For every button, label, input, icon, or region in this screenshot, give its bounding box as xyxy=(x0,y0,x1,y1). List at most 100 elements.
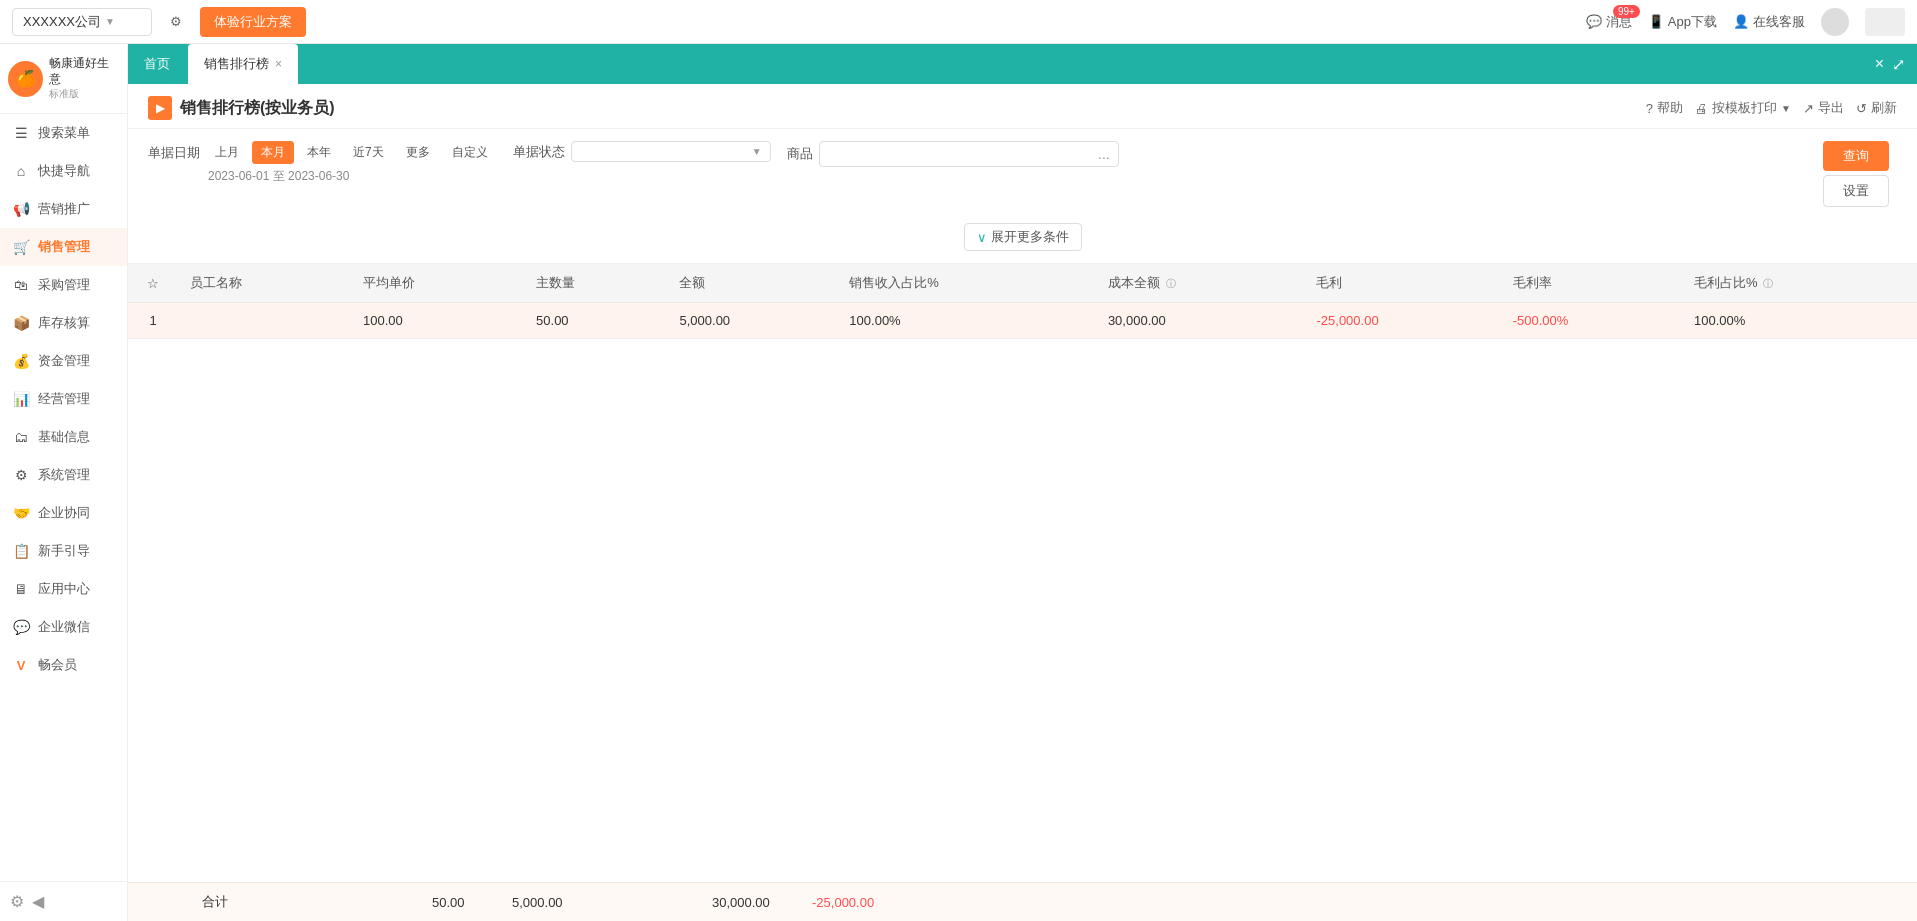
cell-profit: -25,000.00 xyxy=(1304,303,1500,339)
footer-total-label: 合计 xyxy=(202,894,228,909)
footer-main-qty-cell: 50.00 xyxy=(420,895,500,910)
inventory-icon: 📦 xyxy=(12,315,30,331)
tab-sales-ranking[interactable]: 销售排行榜 × xyxy=(188,44,298,84)
export-button[interactable]: ↗ 导出 xyxy=(1803,99,1844,117)
sidebar: 🍊 畅康通好生意 标准版 ☰ 搜索菜单 ⌂ 快捷导航 📢 营销推广 🛒 销售 xyxy=(0,44,128,921)
sales-icon: 🛒 xyxy=(12,239,30,255)
footer-profit-cell: -25,000.00 xyxy=(800,895,900,910)
sidebar-label-sales: 销售管理 xyxy=(38,238,90,256)
help-label: 帮助 xyxy=(1657,99,1683,117)
sidebar-item-wechat[interactable]: 💬 企业微信 xyxy=(0,608,127,646)
wechat-icon: 💬 xyxy=(12,619,30,635)
page-title: 销售排行榜(按业务员) xyxy=(180,98,335,119)
date-tab-custom[interactable]: 自定义 xyxy=(443,141,497,164)
sidebar-item-operation[interactable]: 📊 经营管理 xyxy=(0,380,127,418)
sidebar-item-newbie[interactable]: 📋 新手引导 xyxy=(0,532,127,570)
sidebar-label-basic: 基础信息 xyxy=(38,428,90,446)
topbar-settings-button[interactable]: ⚙ xyxy=(160,6,192,38)
sidebar-item-basic[interactable]: 🗂 基础信息 xyxy=(0,418,127,456)
footer-label-cell: 合计 xyxy=(190,893,340,911)
goods-input[interactable]: ... xyxy=(819,141,1119,167)
tab-home[interactable]: 首页 xyxy=(128,44,186,84)
trial-button[interactable]: 体验行业方案 xyxy=(200,7,306,37)
message-badge: 99+ xyxy=(1613,5,1640,18)
sidebar-item-finance[interactable]: 💰 资金管理 xyxy=(0,342,127,380)
table-container: ☆ 员工名称 平均单价 主数量 xyxy=(128,264,1917,882)
data-table: ☆ 员工名称 平均单价 主数量 xyxy=(128,264,1917,339)
sidebar-item-marketing[interactable]: 📢 营销推广 xyxy=(0,190,127,228)
status-filter-group: 单据状态 ▼ xyxy=(513,141,771,162)
export-icon: ↗ xyxy=(1803,101,1814,116)
page-inner: ▶ 销售排行榜(按业务员) ? 帮助 🖨 按模板打印 ▼ xyxy=(128,84,1917,921)
sidebar-collapse-button[interactable]: ◀ xyxy=(32,892,44,911)
th-name: 员工名称 xyxy=(178,264,351,303)
logo-name: 畅康通好生意 xyxy=(49,56,119,87)
sidebar-label-purchase: 采购管理 xyxy=(38,276,90,294)
basic-icon: 🗂 xyxy=(12,429,30,445)
th-name-label: 员工名称 xyxy=(190,275,242,290)
logo-icon: 🍊 xyxy=(8,61,43,97)
cell-cost: 30,000.00 xyxy=(1096,303,1305,339)
th-profit-rate: 毛利率 xyxy=(1501,264,1682,303)
th-avg-price-label: 平均单价 xyxy=(363,275,415,290)
logo-sub: 标准版 xyxy=(49,87,119,101)
cell-profit-rate: -500.00% xyxy=(1501,303,1682,339)
refresh-label: 刷新 xyxy=(1871,99,1897,117)
sidebar-label-newbie: 新手引导 xyxy=(38,542,90,560)
sidebar-item-inventory[interactable]: 📦 库存核算 xyxy=(0,304,127,342)
expand-more-button[interactable]: ∨ 展开更多条件 xyxy=(964,223,1082,251)
sidebar-item-purchase[interactable]: 🛍 采购管理 xyxy=(0,266,127,304)
date-tab-this-year[interactable]: 本年 xyxy=(298,141,340,164)
company-arrow-icon: ▼ xyxy=(105,16,115,27)
sidebar-toggle-button[interactable]: ▶ xyxy=(148,96,172,120)
sidebar-settings-button[interactable]: ⚙ xyxy=(10,892,24,911)
company-selector[interactable]: XXXXXX公司 ▼ xyxy=(12,8,152,36)
help-icon: ? xyxy=(1646,101,1653,116)
status-select[interactable]: ▼ xyxy=(571,141,771,162)
tab-close-icon[interactable]: × xyxy=(275,57,282,71)
rank-value: 1 xyxy=(149,313,156,328)
help-button[interactable]: ? 帮助 xyxy=(1646,99,1683,117)
sidebar-label-search: 搜索菜单 xyxy=(38,124,90,142)
tab-close-button[interactable]: × xyxy=(1875,55,1884,73)
sidebar-item-shortcut[interactable]: ⌂ 快捷导航 xyxy=(0,152,127,190)
goods-filter-label: 商品 xyxy=(787,145,813,163)
message-button[interactable]: 💬 消息 99+ xyxy=(1586,13,1632,31)
sidebar-item-search[interactable]: ☰ 搜索菜单 xyxy=(0,114,127,152)
print-button[interactable]: 🖨 按模板打印 ▼ xyxy=(1695,99,1791,117)
profit-pct-value: 100.00% xyxy=(1694,313,1745,328)
sidebar-item-member[interactable]: V 畅会员 xyxy=(0,646,127,684)
apps-icon: 🖥 xyxy=(12,581,30,597)
date-tab-more[interactable]: 更多 xyxy=(397,141,439,164)
sidebar-label-member: 畅会员 xyxy=(38,656,77,674)
expand-icon: ∨ xyxy=(977,230,987,245)
avatar[interactable] xyxy=(1821,8,1849,36)
date-tab-7days[interactable]: 近7天 xyxy=(344,141,393,164)
sidebar-label-marketing: 营销推广 xyxy=(38,200,90,218)
date-tab-this-month[interactable]: 本月 xyxy=(252,141,294,164)
sidebar-item-enterprise[interactable]: 🤝 企业协同 xyxy=(0,494,127,532)
goods-more-icon[interactable]: ... xyxy=(1098,146,1110,162)
expand-label: 展开更多条件 xyxy=(991,228,1069,246)
th-amount-label: 全额 xyxy=(679,275,705,290)
table-footer: 合计 50.00 5,000.00 30,000.00 xyxy=(128,882,1917,921)
sidebar-item-sales[interactable]: 🛒 销售管理 xyxy=(0,228,127,266)
sidebar-item-apps[interactable]: 🖥 应用中心 xyxy=(0,570,127,608)
footer-main-qty: 50.00 xyxy=(432,895,465,910)
th-cost-label: 成本全额 xyxy=(1108,275,1160,290)
th-main-qty-label: 主数量 xyxy=(536,275,575,290)
app-download-button[interactable]: 📱 App下载 xyxy=(1648,13,1717,31)
setting-button[interactable]: 设置 xyxy=(1823,175,1889,207)
query-button[interactable]: 查询 xyxy=(1823,141,1889,171)
table-header-row: ☆ 员工名称 平均单价 主数量 xyxy=(128,264,1917,303)
tab-expand-button[interactable]: ⤢ xyxy=(1892,55,1905,74)
tab-bar: 首页 销售排行榜 × × ⤢ xyxy=(128,44,1917,84)
sidebar-label-inventory: 库存核算 xyxy=(38,314,90,332)
star-icon: ☆ xyxy=(147,276,159,291)
refresh-button[interactable]: ↺ 刷新 xyxy=(1856,99,1897,117)
marketing-icon: 📢 xyxy=(12,201,30,217)
online-support-button[interactable]: 👤 在线客服 xyxy=(1733,13,1805,31)
date-tab-last-month[interactable]: 上月 xyxy=(206,141,248,164)
sidebar-item-system[interactable]: ⚙ 系统管理 xyxy=(0,456,127,494)
th-rank: ☆ xyxy=(128,264,178,303)
